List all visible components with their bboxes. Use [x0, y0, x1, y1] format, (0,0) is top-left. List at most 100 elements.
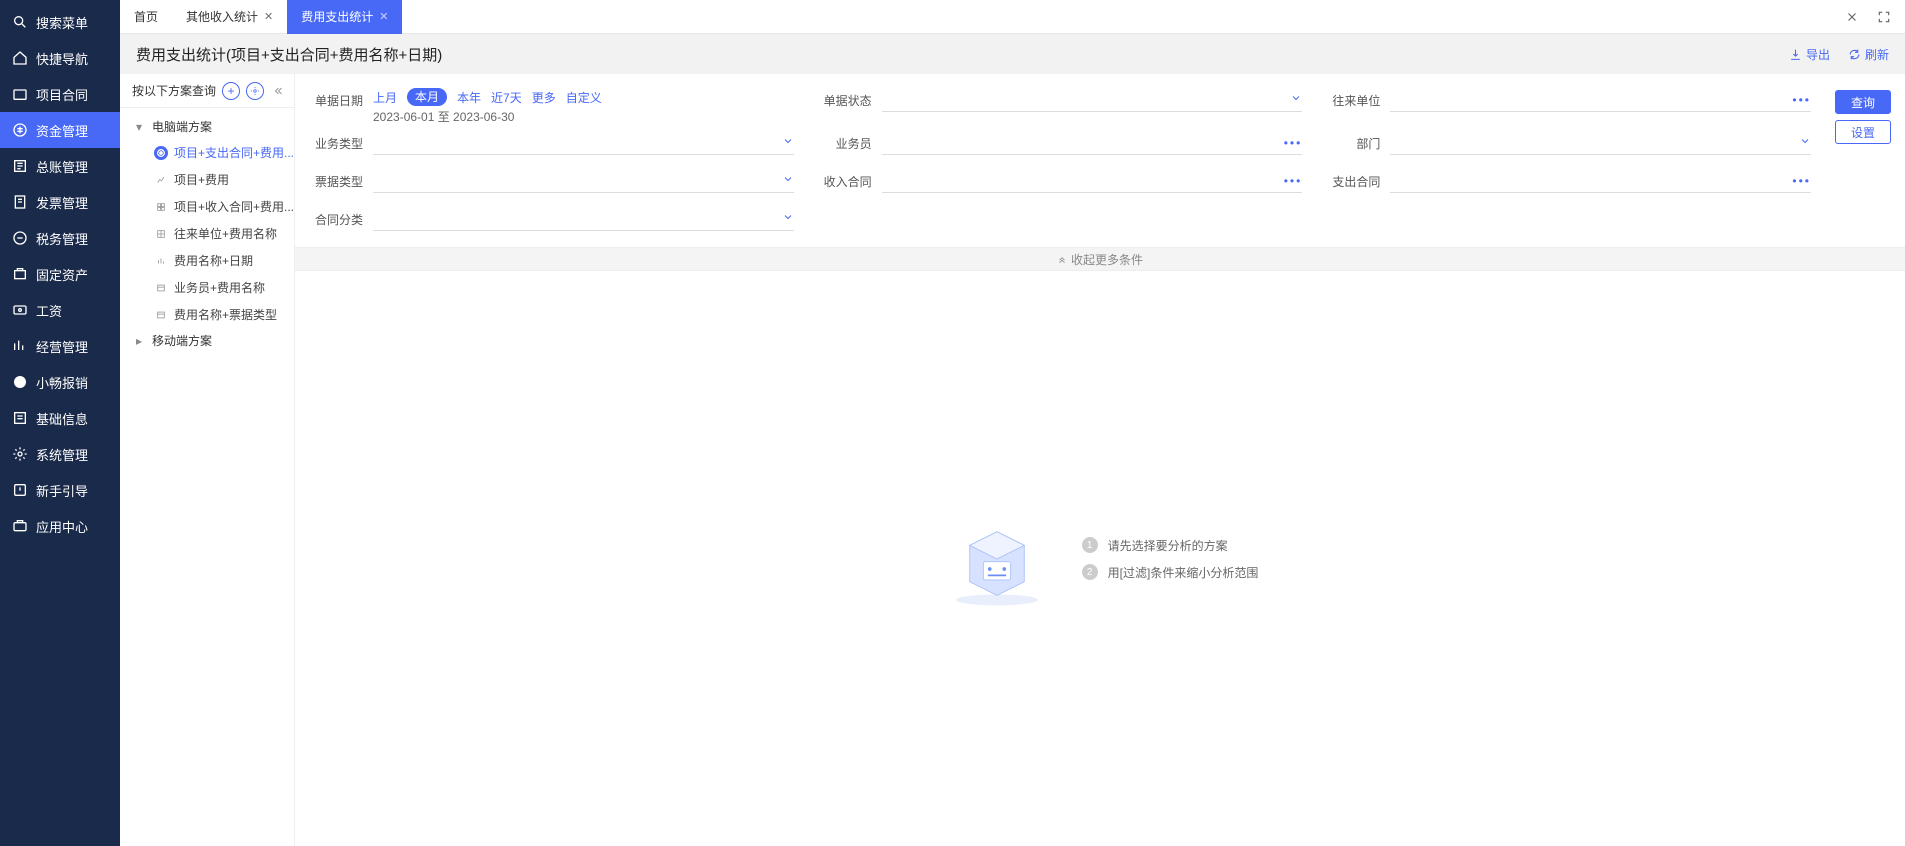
chevron-down-icon [1290, 92, 1302, 107]
sidebar-item-tax[interactable]: 税务管理 [0, 220, 120, 256]
tree-leaf[interactable]: 项目+支出合同+费用... [120, 139, 294, 166]
salary-icon [12, 302, 28, 318]
tree-group-pc[interactable]: ▾电脑端方案 [120, 114, 294, 139]
sidebar-item-salary[interactable]: 工资 [0, 292, 120, 328]
tree-leaf-label: 往来单位+费用名称 [174, 225, 277, 242]
partner-picker[interactable]: ••• [1390, 88, 1811, 112]
step-number: 1 [1082, 537, 1098, 553]
tree-leaf[interactable]: 往来单位+费用名称 [120, 220, 294, 247]
sidebar-item-expense[interactable]: 小畅报销 [0, 364, 120, 400]
dept-select[interactable] [1390, 131, 1811, 155]
tree-leaf-label: 项目+收入合同+费用... [174, 198, 294, 215]
status-select[interactable] [882, 88, 1303, 112]
sidebar-item-label: 小畅报销 [36, 373, 88, 392]
filter-label: 支出合同 [1326, 169, 1380, 190]
search-label: 查询 [1851, 94, 1875, 111]
tree-leaf[interactable]: 项目+收入合同+费用... [120, 193, 294, 220]
sidebar-item-guide[interactable]: 新手引导 [0, 472, 120, 508]
export-icon [1789, 48, 1802, 61]
collapse-panel-icon[interactable] [270, 83, 286, 99]
sidebar-item-info[interactable]: 基础信息 [0, 400, 120, 436]
collapse-label: 收起更多条件 [1071, 251, 1143, 268]
sidebar-item-nav[interactable]: 快捷导航 [0, 40, 120, 76]
collapse-filter-bar[interactable]: 收起更多条件 [295, 247, 1905, 271]
fullscreen-icon[interactable] [1873, 6, 1895, 28]
biztype-select[interactable] [373, 131, 794, 155]
filter-date: 单据日期 上月 本月 本年 近7天 更多 自定义 2023-06-01 至 20… [309, 88, 794, 125]
info-icon [12, 410, 28, 426]
expend-picker[interactable]: ••• [1390, 169, 1811, 193]
sidebar-item-system[interactable]: 系统管理 [0, 436, 120, 472]
tab-home[interactable]: 首页 [120, 0, 172, 34]
sidebar-item-asset[interactable]: 固定资产 [0, 256, 120, 292]
export-button[interactable]: 导出 [1789, 46, 1830, 63]
main-area: 首页 其他收入统计✕ 费用支出统计✕ 费用支出统计(项目+支出合同+费用名称+日… [120, 0, 1905, 846]
empty-step-2: 2用[过滤]条件来缩小分析范围 [1082, 564, 1259, 581]
date-quick-options: 上月 本月 本年 近7天 更多 自定义 [373, 88, 602, 106]
sidebar-item-apps[interactable]: 应用中心 [0, 508, 120, 544]
scheme-header: 按以下方案查询 + [120, 74, 294, 108]
tab-other-income[interactable]: 其他收入统计✕ [172, 0, 287, 34]
close-tab-icon[interactable] [1841, 6, 1863, 28]
date-opt-last-month[interactable]: 上月 [373, 89, 397, 106]
filter-biztype: 业务类型 [309, 131, 794, 163]
income-picker[interactable]: ••• [882, 169, 1303, 193]
asset-icon [12, 266, 28, 282]
more-icon: ••• [1284, 174, 1303, 188]
date-opt-7days[interactable]: 近7天 [491, 89, 522, 106]
bar-icon [154, 254, 168, 268]
sidebar-item-search[interactable]: 搜索菜单 [0, 4, 120, 40]
date-opt-this-month[interactable]: 本月 [407, 88, 447, 106]
grid-icon [154, 200, 168, 214]
tree-leaf[interactable]: 费用名称+票据类型 [120, 301, 294, 328]
chevron-down-icon [782, 173, 794, 188]
sidebar-item-label: 税务管理 [36, 229, 88, 248]
refresh-button[interactable]: 刷新 [1848, 46, 1889, 63]
tree-leaf[interactable]: 项目+费用 [120, 166, 294, 193]
config-button[interactable]: 设置 [1835, 120, 1891, 144]
filter-label: 单据状态 [818, 88, 872, 109]
salesman-picker[interactable]: ••• [882, 131, 1303, 155]
apps-icon [12, 518, 28, 534]
refresh-label: 刷新 [1865, 46, 1889, 63]
tree-leaf-label: 业务员+费用名称 [174, 279, 265, 296]
tab-expense-stat[interactable]: 费用支出统计 ✕ [287, 0, 402, 34]
sidebar-item-invoice[interactable]: 发票管理 [0, 184, 120, 220]
sidebar-item-contract[interactable]: 项目合同 [0, 76, 120, 112]
date-opt-this-year[interactable]: 本年 [457, 89, 481, 106]
invoice-icon [12, 194, 28, 210]
sidebar-item-ledger[interactable]: 总账管理 [0, 148, 120, 184]
config-label: 设置 [1851, 124, 1875, 141]
date-opt-custom[interactable]: 自定义 [566, 89, 602, 106]
filter-label: 往来单位 [1326, 88, 1380, 109]
more-icon: ••• [1792, 93, 1811, 107]
tree-leaf-label: 项目+支出合同+费用... [174, 144, 294, 161]
empty-illustration [942, 509, 1052, 609]
filter-grid: 单据日期 上月 本月 本年 近7天 更多 自定义 2023-06-01 至 20… [295, 74, 1905, 247]
tree-leaf[interactable]: 业务员+费用名称 [120, 274, 294, 301]
chevron-down-icon [782, 211, 794, 226]
grid-icon [154, 227, 168, 241]
add-scheme-button[interactable]: + [222, 82, 240, 100]
date-opt-more[interactable]: 更多 [532, 89, 556, 106]
sidebar-item-label: 快捷导航 [36, 49, 88, 68]
search-button[interactable]: 查询 [1835, 90, 1891, 114]
contract-select[interactable] [373, 207, 794, 231]
scheme-settings-button[interactable] [246, 82, 264, 100]
sidebar-item-label: 系统管理 [36, 445, 88, 464]
close-icon[interactable]: ✕ [379, 10, 388, 23]
sidebar-item-biz[interactable]: 经营管理 [0, 328, 120, 364]
tree-group-mobile[interactable]: ▸移动端方案 [120, 328, 294, 353]
chart-icon [154, 173, 168, 187]
scheme-panel: 按以下方案查询 + ▾电脑端方案 项目+支出合同+费用... 项目+费用 项目+… [120, 74, 295, 846]
close-icon[interactable]: ✕ [264, 10, 273, 23]
step-text: 用[过滤]条件来缩小分析范围 [1108, 564, 1259, 581]
filter-billtype: 票据类型 [309, 169, 794, 201]
tree-leaf[interactable]: 费用名称+日期 [120, 247, 294, 274]
billtype-select[interactable] [373, 169, 794, 193]
tab-label: 费用支出统计 [301, 8, 373, 25]
table-icon [154, 281, 168, 295]
caret-right-icon: ▸ [136, 334, 146, 348]
filter-income: 收入合同••• [818, 169, 1303, 201]
sidebar-item-fund[interactable]: 资金管理 [0, 112, 120, 148]
